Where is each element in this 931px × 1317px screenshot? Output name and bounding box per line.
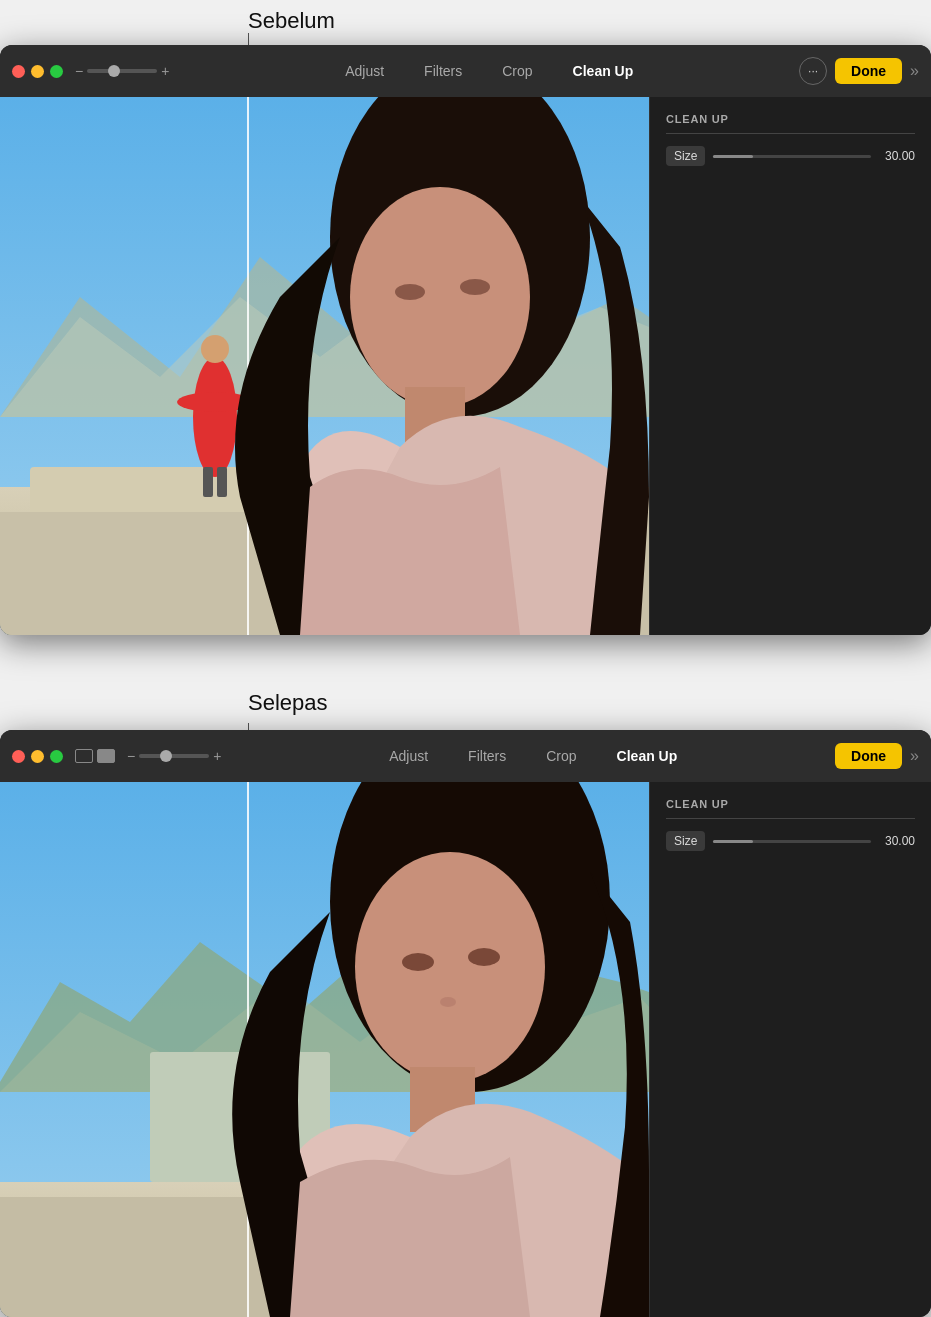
size-value-top: 30.00 [879,149,915,163]
view-split-btn[interactable] [97,749,115,763]
view-single-btn[interactable] [75,749,93,763]
nav-cleanup-bottom[interactable]: Clean Up [599,744,696,768]
close-button-top[interactable] [12,65,25,78]
photo-area-top [0,97,649,635]
panel-divider-bottom [666,818,915,819]
size-slider-panel-top[interactable] [713,155,871,158]
size-value-bottom: 30.00 [879,834,915,848]
svg-point-28 [468,948,500,966]
svg-point-25 [355,852,545,1082]
size-fill-top [713,155,752,158]
content-top: CLEAN UP Size 30.00 [0,97,931,635]
svg-rect-10 [217,467,227,497]
svg-point-13 [350,187,530,407]
minimize-button-bottom[interactable] [31,750,44,763]
zoom-slider-bottom[interactable] [139,754,209,758]
svg-point-27 [402,953,434,971]
minimize-button-top[interactable] [31,65,44,78]
zoom-minus-bottom[interactable]: − [127,748,135,764]
svg-point-15 [395,284,425,300]
zoom-thumb-top [108,65,120,77]
titlebar-top: − + Adjust Filters Crop Clean Up ··· Don… [0,45,931,97]
svg-point-29 [440,997,456,1007]
traffic-lights-top [12,65,63,78]
more-button-top[interactable]: ··· [799,57,827,85]
size-label-top: Size [666,146,705,166]
svg-point-7 [201,335,229,363]
titlebar-right-top: ··· Done » [799,57,919,85]
svg-point-6 [193,357,237,477]
done-button-bottom[interactable]: Done [835,743,902,769]
traffic-lights-bottom [12,750,63,763]
zoom-control-bottom: − + [127,748,221,764]
photo-before [0,97,649,635]
size-fill-bottom [713,840,752,843]
zoom-minus-top[interactable]: − [75,63,83,79]
size-label-bottom: Size [666,831,705,851]
before-window: − + Adjust Filters Crop Clean Up ··· Don… [0,45,931,635]
zoom-control-top: − + [75,63,169,79]
titlebar-bottom: − + Adjust Filters Crop Clean Up Done » [0,730,931,782]
photo-after [0,782,649,1317]
cleanup-title-top: CLEAN UP [666,113,915,125]
nav-cleanup-top[interactable]: Clean Up [555,59,652,83]
nav-adjust-top[interactable]: Adjust [327,59,402,83]
nav-center-top: Adjust Filters Crop Clean Up [187,59,791,83]
zoom-plus-bottom[interactable]: + [213,748,221,764]
nav-adjust-bottom[interactable]: Adjust [371,744,446,768]
zoom-slider-top[interactable] [87,69,157,73]
photo-area-bottom [0,782,649,1317]
size-row-top: Size 30.00 [666,146,915,166]
selepas-label: Selepas [248,690,328,716]
done-button-top[interactable]: Done [835,58,902,84]
titlebar-left-bottom: − + [12,748,231,764]
nav-crop-top[interactable]: Crop [484,59,550,83]
chevron-top[interactable]: » [910,62,919,80]
zoom-plus-top[interactable]: + [161,63,169,79]
view-toggle-bottom [75,749,115,763]
close-button-bottom[interactable] [12,750,25,763]
cleanup-title-bottom: CLEAN UP [666,798,915,810]
svg-rect-9 [203,467,213,497]
zoom-thumb-bottom [160,750,172,762]
fullscreen-button-bottom[interactable] [50,750,63,763]
content-bottom: CLEAN UP Size 30.00 [0,782,931,1317]
chevron-bottom[interactable]: » [910,747,919,765]
right-panel-bottom: CLEAN UP Size 30.00 [649,782,931,1317]
titlebar-left-top: − + [12,63,179,79]
panel-divider-top [666,133,915,134]
nav-center-bottom: Adjust Filters Crop Clean Up [239,744,827,768]
right-panel-top: CLEAN UP Size 30.00 [649,97,931,635]
fullscreen-button-top[interactable] [50,65,63,78]
nav-filters-bottom[interactable]: Filters [450,744,524,768]
after-window: − + Adjust Filters Crop Clean Up Done » [0,730,931,1317]
size-row-bottom: Size 30.00 [666,831,915,851]
nav-filters-top[interactable]: Filters [406,59,480,83]
size-slider-panel-bottom[interactable] [713,840,871,843]
nav-crop-bottom[interactable]: Crop [528,744,594,768]
sebelum-label: Sebelum [248,8,335,34]
titlebar-right-bottom: Done » [835,743,919,769]
svg-point-16 [460,279,490,295]
